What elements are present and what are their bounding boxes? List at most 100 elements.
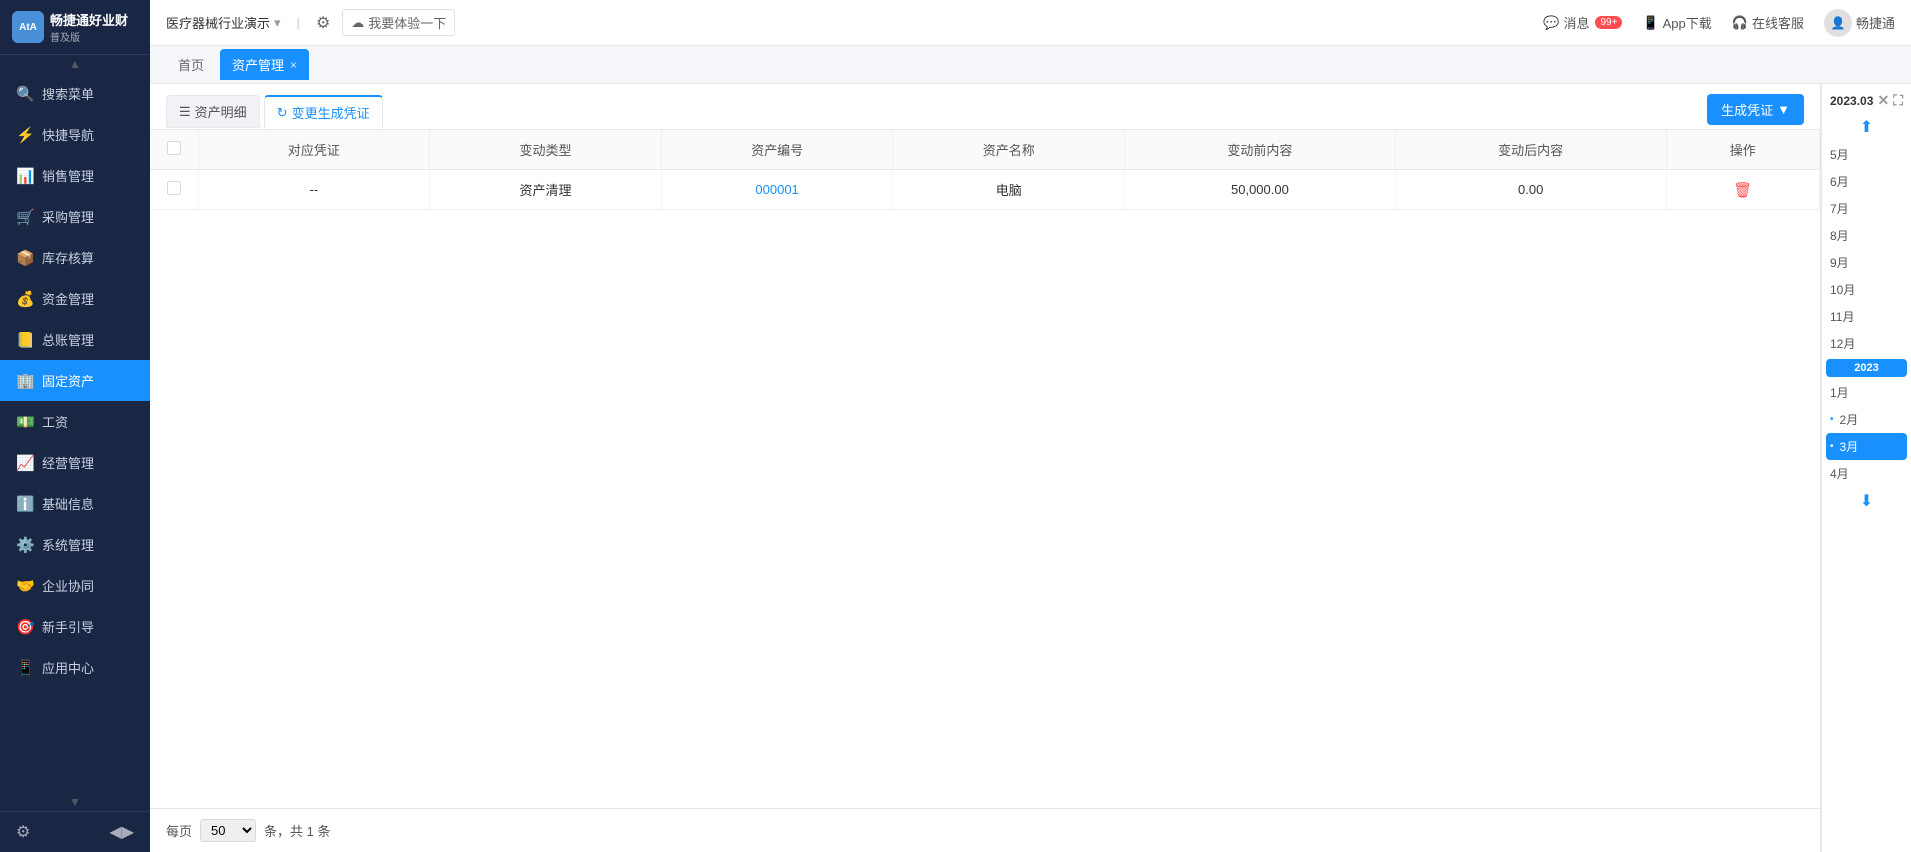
cal-month-2023-3[interactable]: 3月 — [1826, 433, 1907, 460]
ledger-icon: 📒 — [16, 331, 34, 349]
sidebar-item-inventory[interactable]: 📦 库存核算 — [0, 237, 150, 278]
sidebar-item-funds[interactable]: 💰 资金管理 — [0, 278, 150, 319]
salary-icon: 💵 — [16, 413, 34, 431]
table-container: 对应凭证 变动类型 资产编号 资产名称 变动前内容 变动后内容 操作 — [150, 130, 1820, 808]
sub-tab-change-voucher[interactable]: ↻ 变更生成凭证 — [264, 95, 383, 129]
sidebar-scroll-up[interactable]: ▲ — [69, 57, 81, 71]
operations-icon: 📈 — [16, 454, 34, 472]
header: 医疗器械行业演示 ▾ | ⚙ ☁ 我要体验一下 💬 消息 99+ 📱 App下载… — [150, 0, 1911, 46]
table-header-row: 对应凭证 变动类型 资产编号 资产名称 变动前内容 变动后内容 操作 — [150, 130, 1820, 170]
cal-month-12[interactable]: 12月 — [1822, 330, 1911, 357]
sidebar-item-search[interactable]: 🔍 搜索菜单 — [0, 73, 150, 114]
header-separator: | — [297, 15, 300, 30]
collapse-icon[interactable]: ◀▶ — [109, 822, 134, 842]
asset-table: 对应凭证 变动类型 资产编号 资产名称 变动前内容 变动后内容 操作 — [150, 130, 1820, 210]
cell-operation: 🗑 — [1666, 170, 1819, 210]
cell-asset-name: 电脑 — [893, 170, 1125, 210]
purchase-icon: 🛒 — [16, 208, 34, 226]
per-page-label: 每页 — [166, 821, 192, 840]
guide-icon: 🎯 — [16, 618, 34, 636]
logo-sub: 普及版 — [50, 29, 128, 44]
download-icon: 📱 — [1642, 15, 1658, 31]
feedback-button[interactable]: ☁ 我要体验一下 — [342, 9, 455, 36]
sidebar-item-basic-info[interactable]: ℹ️ 基础信息 — [0, 483, 150, 524]
select-all-checkbox[interactable] — [167, 141, 181, 155]
delete-button[interactable]: 🗑 — [1733, 182, 1752, 199]
messages-button[interactable]: 💬 消息 99+ — [1543, 13, 1622, 32]
sidebar-item-salary[interactable]: 💵 工资 — [0, 401, 150, 442]
sidebar-item-fixed-assets[interactable]: 🏢 固定资产 — [0, 360, 150, 401]
per-page-select[interactable]: 50 20 100 — [200, 819, 256, 842]
company-name: 医疗器械行业演示 — [166, 13, 270, 32]
row-checkbox[interactable] — [167, 181, 181, 195]
quick-nav-icon: ⚡ — [16, 126, 34, 144]
total-label: 条，共 1 条 — [264, 821, 330, 840]
funds-icon: 💰 — [16, 290, 34, 308]
table-body: -- 资产清理 000001 电脑 50,000.00 0.00 🗑 — [150, 170, 1820, 210]
cal-month-8[interactable]: 8月 — [1822, 222, 1911, 249]
app-download-button[interactable]: 📱 App下载 — [1642, 13, 1711, 32]
logo-icon: AtA — [12, 11, 44, 43]
tab-home[interactable]: 首页 — [166, 49, 216, 80]
online-service-button[interactable]: 🎧 在线客服 — [1732, 13, 1804, 32]
generate-voucher-button[interactable]: 生成凭证 ▼ — [1707, 94, 1804, 125]
basic-info-icon: ℹ️ — [16, 495, 34, 513]
cal-month-6[interactable]: 6月 — [1822, 168, 1911, 195]
cal-month-5[interactable]: 5月 — [1822, 141, 1911, 168]
sidebar-item-sales[interactable]: 📊 销售管理 — [0, 155, 150, 196]
sidebar-item-ledger[interactable]: 📒 总账管理 — [0, 319, 150, 360]
main-panel: ☰ 资产明细 ↻ 变更生成凭证 生成凭证 ▼ — [150, 84, 1821, 852]
settings-icon[interactable]: ⚙ — [16, 822, 30, 842]
pagination: 每页 50 20 100 条，共 1 条 — [150, 808, 1820, 852]
sidebar-item-purchase[interactable]: 🛒 采购管理 — [0, 196, 150, 237]
sidebar-item-enterprise[interactable]: 🤝 企业协同 — [0, 565, 150, 606]
cell-voucher: -- — [198, 170, 430, 210]
header-right: 💬 消息 99+ 📱 App下载 🎧 在线客服 👤 畅捷通 — [1543, 9, 1895, 37]
col-before-change: 变动前内容 — [1125, 130, 1396, 170]
company-selector[interactable]: 医疗器械行业演示 ▾ — [166, 13, 281, 32]
app-center-icon: 📱 — [16, 659, 34, 677]
calendar-scroll-up[interactable]: ⬆ — [1822, 113, 1911, 141]
cal-month-11[interactable]: 11月 — [1822, 303, 1911, 330]
sub-tab-asset-detail[interactable]: ☰ 资产明细 — [166, 95, 260, 128]
tab-close-button[interactable]: × — [290, 58, 297, 72]
cal-month-2023-2[interactable]: 2月 — [1822, 406, 1911, 433]
sidebar-item-quick-nav[interactable]: ⚡ 快捷导航 — [0, 114, 150, 155]
logo-text: 畅捷通好业财 — [50, 10, 128, 29]
refresh-icon: ↻ — [277, 105, 288, 121]
sidebar-item-app-center[interactable]: 📱 应用中心 — [0, 647, 150, 688]
sidebar-bottom: ⚙ ◀▶ — [0, 811, 150, 852]
sidebar: AtA 畅捷通好业财 普及版 ▲ 🔍 搜索菜单 ⚡ 快捷导航 📊 销售管理 🛒 … — [0, 0, 150, 852]
list-icon: ☰ — [179, 104, 191, 120]
calendar-scroll-down[interactable]: ⬇ — [1822, 487, 1911, 515]
calendar-year-label: 2023.03 — [1830, 94, 1873, 108]
table-row: -- 资产清理 000001 电脑 50,000.00 0.00 🗑 — [150, 170, 1820, 210]
cal-month-2023-1[interactable]: 1月 — [1822, 379, 1911, 406]
message-icon: 💬 — [1543, 15, 1559, 31]
sales-icon: 📊 — [16, 167, 34, 185]
cal-month-10[interactable]: 10月 — [1822, 276, 1911, 303]
cal-month-7[interactable]: 7月 — [1822, 195, 1911, 222]
calendar-panel: 2023.03 ✕ ⛶ ⬆ 5月 6月 7月 8月 9月 10月 11月 12月 — [1821, 84, 1911, 852]
chevron-down-icon: ▾ — [274, 15, 281, 31]
cell-after-change: 0.00 — [1395, 170, 1666, 210]
user-profile[interactable]: 👤 畅捷通 — [1824, 9, 1895, 37]
messages-badge: 99+ — [1595, 16, 1622, 29]
sidebar-scroll-down[interactable]: ▼ — [69, 795, 81, 809]
cell-before-change: 50,000.00 — [1125, 170, 1396, 210]
tab-bar: 首页 资产管理 × — [150, 46, 1911, 84]
sidebar-item-system[interactable]: ⚙️ 系统管理 — [0, 524, 150, 565]
col-after-change: 变动后内容 — [1395, 130, 1666, 170]
cal-section-2023: 1月 2月 3月 4月 — [1822, 379, 1911, 487]
inventory-icon: 📦 — [16, 249, 34, 267]
tab-asset-management[interactable]: 资产管理 × — [220, 49, 309, 80]
calendar-expand-button[interactable]: ⛶ — [1893, 92, 1903, 109]
sidebar-item-operations[interactable]: 📈 经营管理 — [0, 442, 150, 483]
settings-button[interactable]: ⚙ — [316, 13, 330, 33]
calendar-close-button[interactable]: ✕ — [1877, 92, 1889, 109]
cal-month-9[interactable]: 9月 — [1822, 249, 1911, 276]
sidebar-item-guide[interactable]: 🎯 新手引导 — [0, 606, 150, 647]
cell-change-type: 资产清理 — [430, 170, 662, 210]
col-asset-name: 资产名称 — [893, 130, 1125, 170]
cal-month-2023-4[interactable]: 4月 — [1822, 460, 1911, 487]
